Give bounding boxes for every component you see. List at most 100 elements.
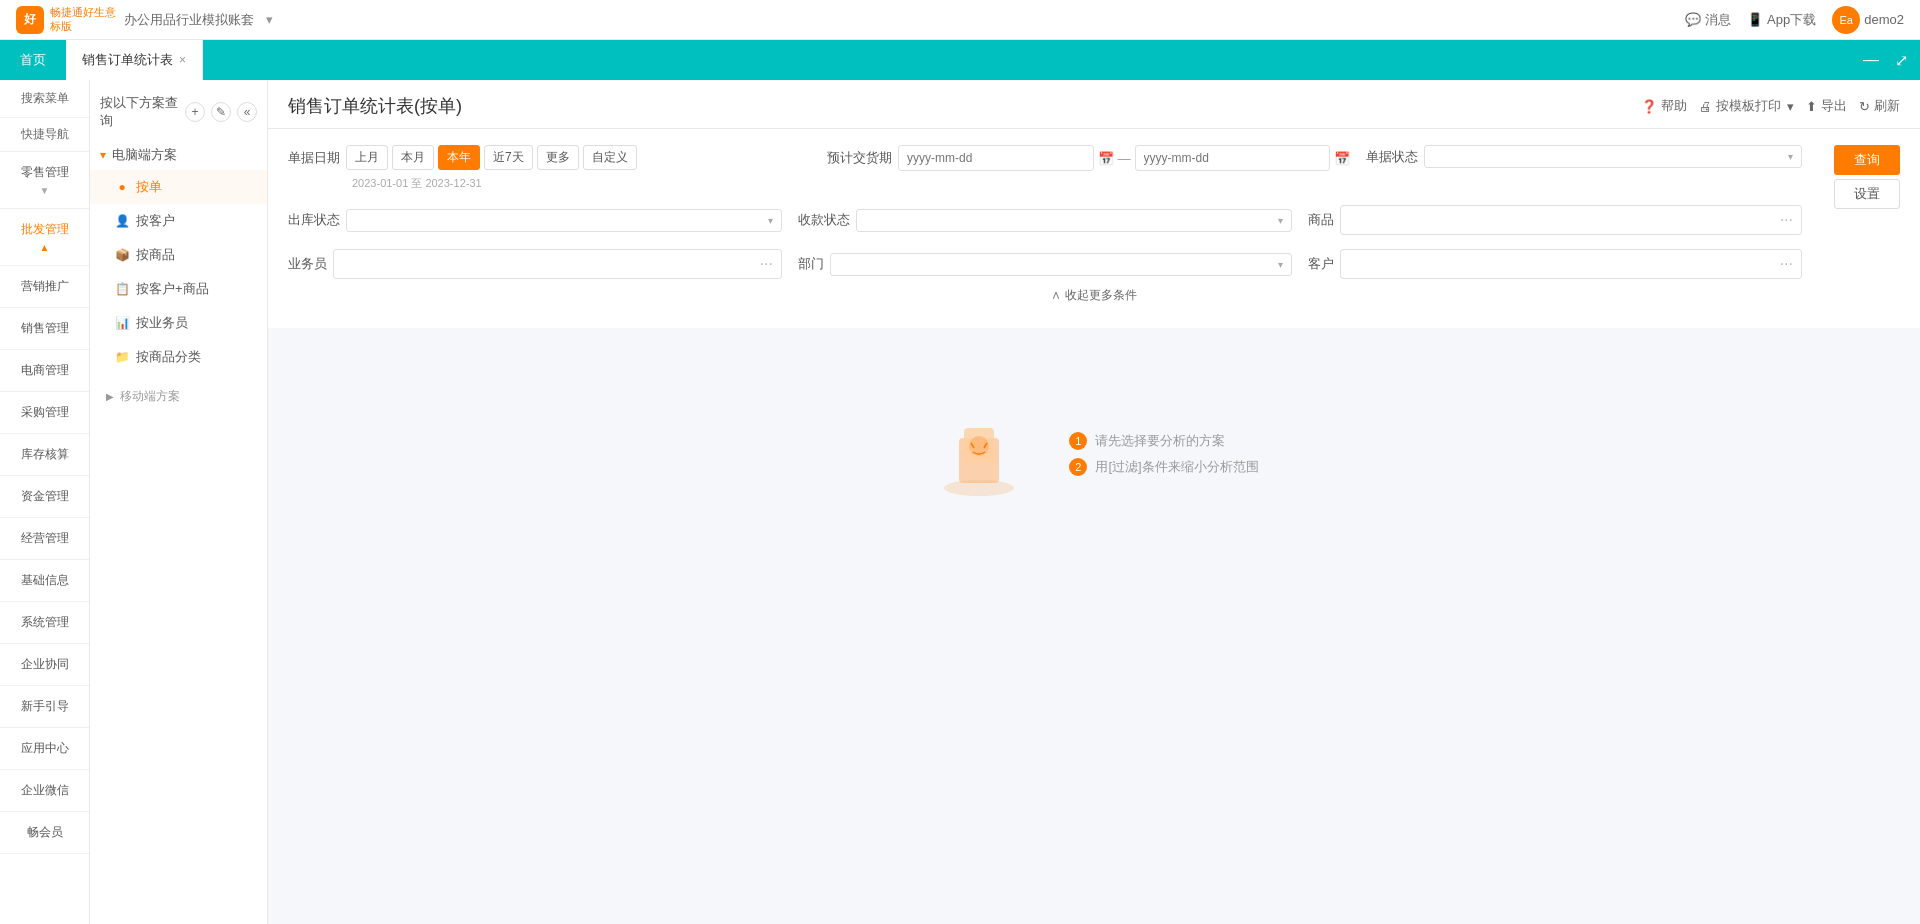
print-dropdown-arrow[interactable]: ▾ [1787, 99, 1794, 114]
period-more[interactable]: 更多 [537, 145, 579, 170]
sidebar-item-ecommerce[interactable]: 电商管理 [0, 350, 89, 392]
scheme-item-by-salesperson[interactable]: 📊 按业务员 [90, 306, 267, 340]
period-this-year[interactable]: 本年 [438, 145, 480, 170]
avatar: Ea [1832, 6, 1860, 34]
step-num-1: 1 [1069, 432, 1087, 450]
salesperson-label: 业务员 [288, 255, 327, 273]
step-num-2: 2 [1069, 458, 1087, 476]
sidebar-item-basic[interactable]: 基础信息 [0, 560, 89, 602]
bill-status-select[interactable]: ▾ [1424, 145, 1802, 168]
app-title: 办公用品行业模拟账套 [124, 11, 254, 29]
ship-status-arrow: ▾ [768, 215, 773, 226]
scheme-panel: 按以下方案查询 + ✎ « ▾ 电脑端方案 ● 按单 👤 按客户 [90, 80, 268, 924]
refresh-icon: ↻ [1859, 99, 1870, 114]
page-actions: ❓ 帮助 🖨 按模板打印 ▾ ⬆ 导出 ↻ 刷新 [1641, 97, 1900, 115]
scheme-item-by-customer[interactable]: 👤 按客户 [90, 204, 267, 238]
bill-status-arrow: ▾ [1788, 151, 1793, 162]
print-btn[interactable]: 🖨 按模板打印 ▾ [1699, 97, 1794, 115]
settings-button[interactable]: 设置 [1834, 179, 1900, 209]
scheme-section-pc: ▾ 电脑端方案 ● 按单 👤 按客户 📦 按商品 📋 按客户+商品 [90, 136, 267, 378]
scheme-edit-btn[interactable]: ✎ [211, 102, 231, 122]
tab-maximize-btn[interactable]: ⤢ [1891, 47, 1912, 74]
date-range-hint: 2023-01-01 至 2023-12-31 [352, 177, 482, 189]
sidebar-item-finance[interactable]: 资金管理 [0, 476, 89, 518]
app-dropdown-arrow[interactable]: ▾ [266, 12, 273, 27]
sidebar-item-newbie[interactable]: 新手引导 [0, 686, 89, 728]
refresh-btn[interactable]: ↻ 刷新 [1859, 97, 1900, 115]
scheme-item-by-cp[interactable]: 📋 按客户+商品 [90, 272, 267, 306]
period-custom[interactable]: 自定义 [583, 145, 637, 170]
department-arrow: ▾ [1278, 259, 1283, 270]
sidebar-item-wechat[interactable]: 企业微信 [0, 770, 89, 812]
ship-status-select[interactable]: ▾ [346, 209, 782, 232]
sidebar-item-marketing[interactable]: 营销推广 [0, 266, 89, 308]
search-button[interactable]: 查询 [1834, 145, 1900, 175]
product-select[interactable]: ··· [1340, 205, 1802, 235]
export-btn[interactable]: ⬆ 导出 [1806, 97, 1847, 115]
sidebar-search[interactable]: 搜索菜单 [0, 80, 89, 118]
empty-state-steps: 1 请先选择要分析的方案 2 用[过滤]条件来缩小分析范围 [1069, 432, 1258, 484]
main-layout: 搜索菜单 快捷导航 零售管理 ▼ 批发管理 ▲ 营销推广 销售管理 电商管理 采… [0, 80, 1920, 924]
payment-status-select[interactable]: ▾ [856, 209, 1292, 232]
action-buttons: 查询 设置 [1834, 145, 1900, 209]
empty-illustration [929, 408, 1029, 508]
product-dots: ··· [1780, 211, 1793, 229]
sidebar-item-member[interactable]: 畅会员 [0, 812, 89, 854]
tab-active[interactable]: 销售订单统计表 × [66, 40, 203, 80]
top-bar: 好 畅捷通好生意 标版 办公用品行业模拟账套 ▾ 💬 消息 📱 App下载 Ea… [0, 0, 1920, 40]
bill-status-label: 单据状态 [1366, 148, 1418, 166]
top-bar-left: 好 畅捷通好生意 标版 办公用品行业模拟账套 ▾ [16, 6, 273, 34]
scheme-add-btn[interactable]: + [185, 102, 205, 122]
sidebar-item-inventory[interactable]: 库存核算 [0, 434, 89, 476]
expected-date-start[interactable] [898, 145, 1094, 171]
tab-close-btn[interactable]: × [179, 53, 186, 67]
calendar-icon-end[interactable]: 📅 [1334, 151, 1350, 166]
salesperson-select[interactable]: ··· [333, 249, 782, 279]
period-buttons: 上月 本月 本年 近7天 更多 自定义 [346, 145, 637, 170]
scheme-item-by-order[interactable]: ● 按单 [90, 170, 267, 204]
scheme-collapse-btn[interactable]: « [237, 102, 257, 122]
scheme-panel-actions: + ✎ « [185, 102, 257, 122]
period-this-month[interactable]: 本月 [392, 145, 434, 170]
tab-home[interactable]: 首页 [0, 40, 66, 80]
page-title: 销售订单统计表(按单) [288, 94, 462, 118]
customer-select[interactable]: ··· [1340, 249, 1802, 279]
sidebar-quick-nav[interactable]: 快捷导航 [0, 118, 89, 152]
app-download-btn[interactable]: 📱 App下载 [1747, 11, 1816, 29]
sidebar-item-operations[interactable]: 经营管理 [0, 518, 89, 560]
logo-icon: 好 [16, 6, 44, 34]
period-last-month[interactable]: 上月 [346, 145, 388, 170]
sidebar-item-purchase[interactable]: 采购管理 [0, 392, 89, 434]
scheme-item-by-category[interactable]: 📁 按商品分类 [90, 340, 267, 374]
department-select[interactable]: ▾ [830, 253, 1292, 276]
product-label: 商品 [1308, 211, 1334, 229]
logo-text: 畅捷通好生意 标版 [50, 6, 116, 32]
scheme-item-by-product[interactable]: 📦 按商品 [90, 238, 267, 272]
sidebar-item-retail[interactable]: 零售管理 ▼ [0, 152, 89, 209]
top-bar-right: 💬 消息 📱 App下载 Ea demo2 [1685, 6, 1904, 34]
expected-date-end[interactable] [1135, 145, 1331, 171]
help-icon: ❓ [1641, 99, 1657, 114]
message-btn[interactable]: 💬 消息 [1685, 11, 1731, 29]
tab-minimize-btn[interactable]: — [1859, 47, 1883, 73]
filter-area: 单据日期 上月 本月 本年 近7天 更多 自定义 [268, 129, 1920, 328]
customer-dots: ··· [1780, 255, 1793, 273]
help-btn[interactable]: ❓ 帮助 [1641, 97, 1687, 115]
scheme-section-pc-header[interactable]: ▾ 电脑端方案 [90, 140, 267, 170]
page-header: 销售订单统计表(按单) ❓ 帮助 🖨 按模板打印 ▾ ⬆ 导出 [268, 80, 1920, 129]
sidebar-item-enterprise[interactable]: 企业协同 [0, 644, 89, 686]
sidebar-item-sales[interactable]: 销售管理 [0, 308, 89, 350]
sidebar-item-system[interactable]: 系统管理 [0, 602, 89, 644]
user-menu[interactable]: Ea demo2 [1832, 6, 1904, 34]
scheme-section-mobile-header[interactable]: ▶ 移动端方案 [90, 382, 267, 411]
empty-state: 1 请先选择要分析的方案 2 用[过滤]条件来缩小分析范围 [268, 328, 1920, 588]
by-product-icon: 📦 [114, 247, 130, 263]
payment-status-label: 收款状态 [798, 211, 850, 229]
sidebar: 搜索菜单 快捷导航 零售管理 ▼ 批发管理 ▲ 营销推广 销售管理 电商管理 采… [0, 80, 90, 924]
period-last7days[interactable]: 近7天 [484, 145, 533, 170]
collapse-btn[interactable]: ∧ 收起更多条件 [1051, 287, 1136, 304]
sidebar-item-wholesale[interactable]: 批发管理 ▲ [0, 209, 89, 266]
sidebar-item-appstore[interactable]: 应用中心 [0, 728, 89, 770]
calendar-icon-start[interactable]: 📅 [1098, 151, 1114, 166]
by-customer-icon: 👤 [114, 213, 130, 229]
